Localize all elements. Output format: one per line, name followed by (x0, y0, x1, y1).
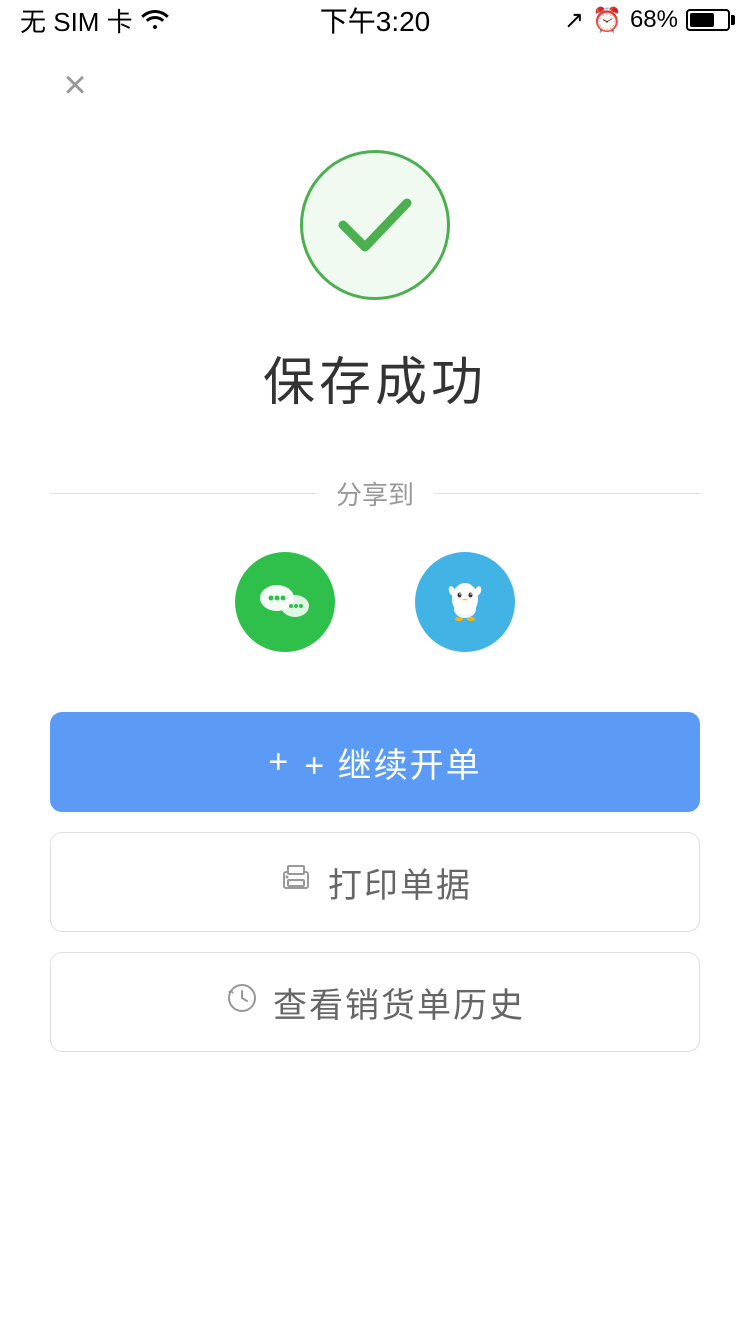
status-time: 下午3:20 (320, 0, 431, 40)
history-icon (225, 981, 259, 1024)
divider-right (434, 493, 700, 494)
status-left: 无 SIM 卡 (20, 2, 169, 39)
continue-icon: + (268, 743, 290, 782)
wechat-share-button[interactable] (235, 552, 335, 652)
qq-icon (436, 573, 494, 631)
share-section: 分享到 (50, 475, 700, 652)
continue-label: + 继续开单 (304, 738, 481, 787)
history-button[interactable]: 查看销货单历史 (50, 952, 700, 1052)
main-content: × 保存成功 分享到 (0, 40, 750, 1092)
continue-button[interactable]: + + 继续开单 (50, 712, 700, 812)
success-title: 保存成功 (263, 340, 487, 415)
close-button-row: × (50, 60, 700, 110)
wechat-icon (255, 572, 315, 632)
qq-share-button[interactable] (415, 552, 515, 652)
checkmark-icon (335, 195, 415, 255)
share-label: 分享到 (336, 475, 414, 512)
history-label: 查看销货单历史 (273, 978, 525, 1027)
success-circle (300, 150, 450, 300)
print-label: 打印单据 (328, 858, 472, 907)
print-button[interactable]: 打印单据 (50, 832, 700, 932)
location-icon: ↗ (564, 6, 584, 35)
carrier-text: 无 SIM 卡 (20, 2, 133, 39)
status-right: ↗ ⏰ 68% (564, 6, 730, 35)
action-buttons: + + 继续开单 打印单据 查看销货单历史 (50, 712, 700, 1052)
close-icon: × (63, 65, 86, 105)
battery-text: 68% (630, 6, 678, 34)
status-bar: 无 SIM 卡 下午3:20 ↗ ⏰ 68% (0, 0, 750, 40)
share-icons-row (235, 552, 515, 652)
divider-left (50, 493, 316, 494)
wifi-icon (141, 5, 169, 36)
print-icon (278, 862, 314, 903)
battery-icon (686, 9, 730, 31)
alarm-icon: ⏰ (592, 6, 622, 35)
close-button[interactable]: × (50, 60, 100, 110)
share-divider-row: 分享到 (50, 475, 700, 512)
